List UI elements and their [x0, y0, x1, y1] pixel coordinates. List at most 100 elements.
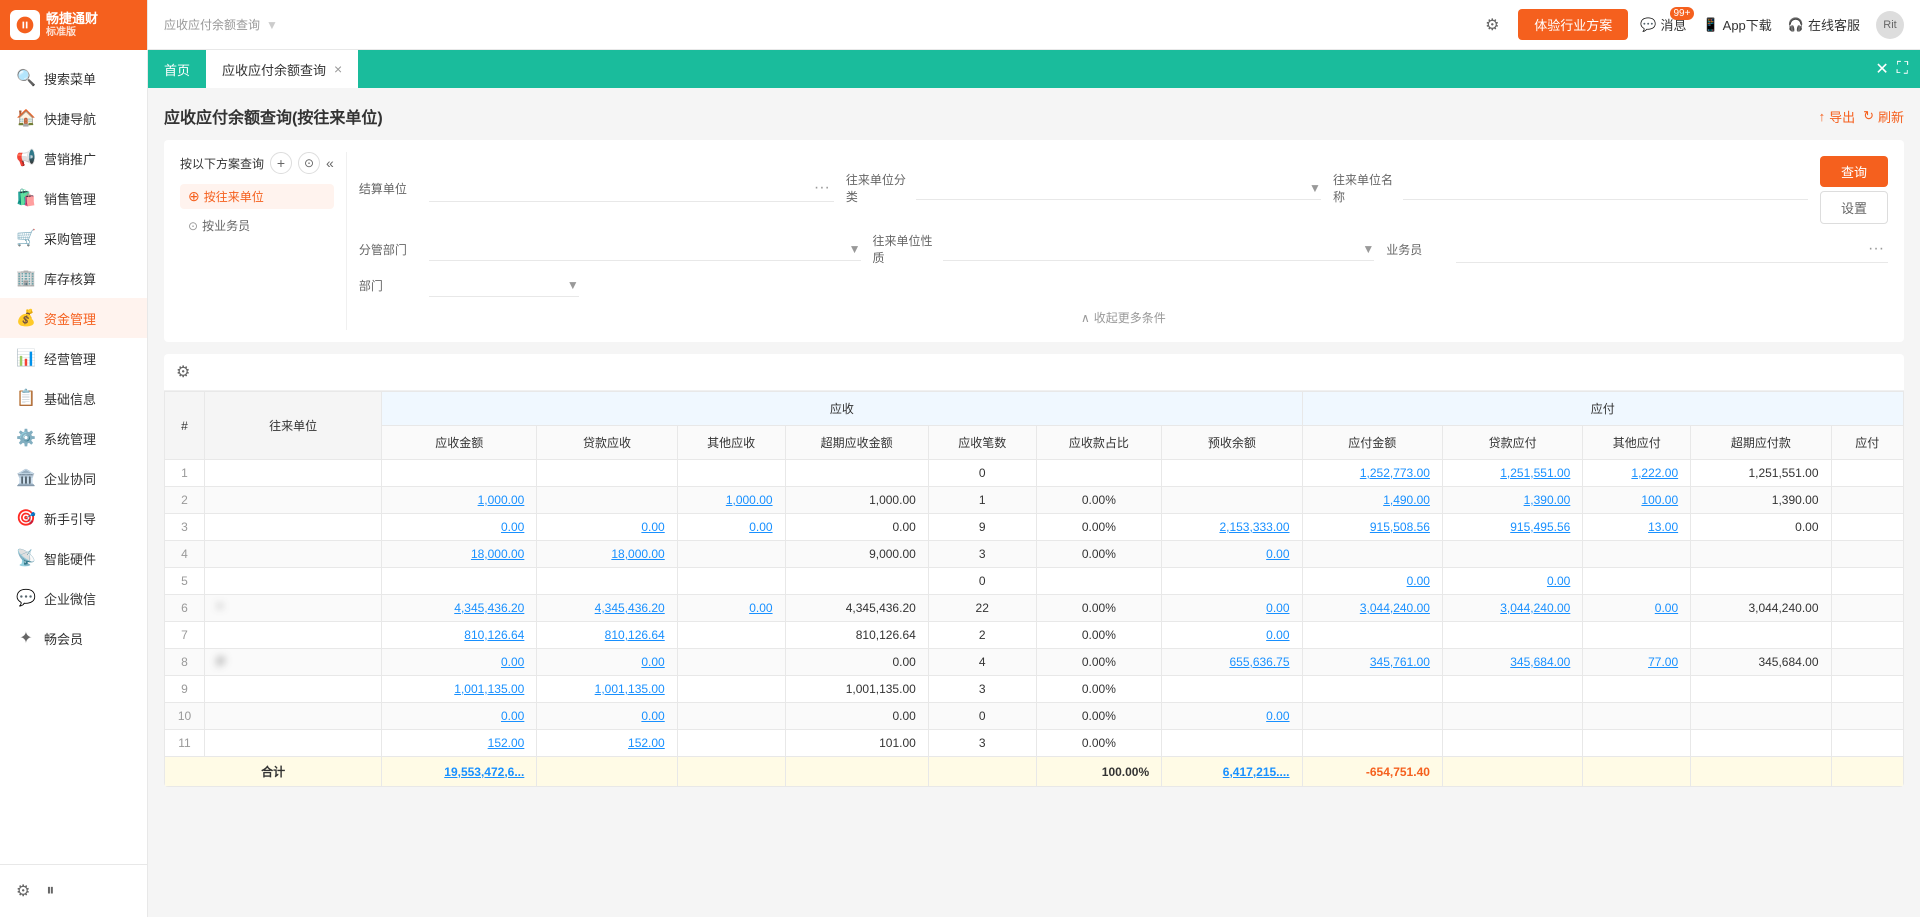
sidebar-item-enterprise[interactable]: 🏛️ 企业协同 [0, 458, 147, 498]
cell-9[interactable]: 0.00 [1302, 568, 1442, 595]
settings-footer-icon[interactable]: ⚙ [16, 881, 30, 901]
cell-3[interactable]: 0.00 [537, 649, 677, 676]
cell-3[interactable]: 0.00 [537, 514, 677, 541]
sidebar-item-search-menu[interactable]: 🔍 搜索菜单 [0, 58, 147, 98]
cell-8[interactable]: 0.00 [1162, 541, 1302, 568]
cell-10[interactable]: 0.00 [1442, 568, 1582, 595]
export-button[interactable]: ↑ 导出 [1819, 107, 1856, 126]
cell-3[interactable]: 810,126.64 [537, 622, 677, 649]
cell-2[interactable]: 0.00 [382, 649, 537, 676]
cell-3[interactable]: 4,345,436.20 [537, 595, 677, 622]
sidebar-item-system[interactable]: ⚙️ 系统管理 [0, 418, 147, 458]
cell-11[interactable]: 1,222.00 [1583, 460, 1691, 487]
refresh-button[interactable]: ↻ 刷新 [1863, 107, 1904, 126]
cell-9[interactable]: 915,508.56 [1302, 514, 1442, 541]
total-ar-prepay[interactable]: 6,417,215.... [1162, 757, 1302, 787]
cell-2[interactable]: 4,345,436.20 [382, 595, 537, 622]
cell-11[interactable]: 100.00 [1583, 487, 1691, 514]
sidebar-item-member[interactable]: ✦ 畅会员 [0, 618, 147, 658]
sidebar-item-sales[interactable]: 🛍️ 销售管理 [0, 178, 147, 218]
cell-4[interactable]: 0.00 [677, 514, 785, 541]
cell-11[interactable]: 0.00 [1583, 595, 1691, 622]
sales-icon: 🛍️ [16, 188, 36, 208]
sidebar-item-hardware[interactable]: 📡 智能硬件 [0, 538, 147, 578]
sidebar-item-guide[interactable]: 🎯 新手引导 [0, 498, 147, 538]
cell-4[interactable]: 0.00 [677, 595, 785, 622]
gear-button[interactable]: ⚙ [1478, 11, 1506, 39]
cell-3[interactable]: 18,000.00 [537, 541, 677, 568]
cell-7: 0.00% [1036, 649, 1162, 676]
cell-2[interactable]: 1,001,135.00 [382, 676, 537, 703]
promo-button[interactable]: 体验行业方案 [1518, 9, 1628, 40]
tab-ar-ap-query[interactable]: 应收应付余额查询 × [206, 50, 358, 88]
cell-10[interactable]: 1,251,551.00 [1442, 460, 1582, 487]
app-download-action[interactable]: 📱 App下载 [1702, 15, 1771, 34]
tab-expand-icon[interactable]: ⛶ [1897, 60, 1908, 78]
filter-collapse-row[interactable]: ∧ 收起更多条件 [359, 305, 1888, 330]
cell-8[interactable]: 655,636.75 [1162, 649, 1302, 676]
filter-option-partner[interactable]: ⊕ 按往来单位 [180, 184, 334, 209]
cell-6: 3 [928, 541, 1036, 568]
cell-2[interactable]: 18,000.00 [382, 541, 537, 568]
sidebar-item-operation[interactable]: 📊 经营管理 [0, 338, 147, 378]
filter-collapse-icon[interactable]: « [326, 155, 334, 171]
filter-option-salesman[interactable]: ⊙ 按业务员 [180, 213, 334, 238]
filter-add-button[interactable]: + [270, 152, 292, 174]
refresh-icon: ↻ [1863, 108, 1874, 124]
salesperson-dots[interactable]: ··· [1864, 240, 1888, 258]
set-button[interactable]: 设置 [1820, 191, 1888, 224]
sidebar-item-wechat[interactable]: 💬 企业微信 [0, 578, 147, 618]
message-action[interactable]: 💬 消息 99+ [1640, 15, 1686, 34]
cell-2[interactable]: 1,000.00 [382, 487, 537, 514]
cell-4[interactable]: 1,000.00 [677, 487, 785, 514]
sidebar-item-basic-info[interactable]: 📋 基础信息 [0, 378, 147, 418]
cell-9[interactable]: 345,761.00 [1302, 649, 1442, 676]
collapse-footer-icon[interactable]: ⏸ [46, 882, 54, 900]
filter-scheme-button[interactable]: ⊙ [298, 152, 320, 174]
cell-3[interactable]: 1,001,135.00 [537, 676, 677, 703]
partner-name-input[interactable] [1403, 177, 1808, 200]
partner-nature-select[interactable]: ▼ [943, 238, 1375, 261]
cell-8[interactable]: 0.00 [1162, 622, 1302, 649]
cell-8[interactable]: 2,153,333.00 [1162, 514, 1302, 541]
cell-2[interactable]: 152.00 [382, 730, 537, 757]
cell-2[interactable]: 810,126.64 [382, 622, 537, 649]
sidebar-item-purchase[interactable]: 🛒 采购管理 [0, 218, 147, 258]
cell-9[interactable]: 1,490.00 [1302, 487, 1442, 514]
cell-10[interactable]: 345,684.00 [1442, 649, 1582, 676]
cell-3[interactable]: 152.00 [537, 730, 677, 757]
settlement-unit-select[interactable]: ··· [429, 175, 834, 202]
cell-10[interactable]: 3,044,240.00 [1442, 595, 1582, 622]
tab-close-icon[interactable]: × [334, 61, 342, 77]
cell-10[interactable]: 1,390.00 [1442, 487, 1582, 514]
cell-10[interactable]: 915,495.56 [1442, 514, 1582, 541]
cell-11[interactable]: 13.00 [1583, 514, 1691, 541]
partner-category-select[interactable]: ▼ [916, 177, 1321, 200]
cell-2[interactable]: 0.00 [382, 514, 537, 541]
sidebar-item-marketing[interactable]: 📢 营销推广 [0, 138, 147, 178]
cell-7: 0.00% [1036, 487, 1162, 514]
cell-2[interactable]: 0.00 [382, 703, 537, 730]
cell-11[interactable]: 77.00 [1583, 649, 1691, 676]
cell-9[interactable]: 3,044,240.00 [1302, 595, 1442, 622]
sidebar-item-quick-nav[interactable]: 🏠 快捷导航 [0, 98, 147, 138]
tab-home[interactable]: 首页 [148, 50, 206, 88]
sidebar-item-finance[interactable]: 💰 资金管理 [0, 298, 147, 338]
settlement-dots[interactable]: ··· [810, 179, 834, 197]
online-service-action[interactable]: 🎧 在线客服 [1788, 15, 1860, 34]
cell-8[interactable]: 0.00 [1162, 595, 1302, 622]
salesperson-select[interactable]: ··· [1456, 236, 1888, 263]
cell-3[interactable]: 0.00 [537, 703, 677, 730]
tab-close-all-icon[interactable]: ✕ [1875, 59, 1888, 79]
department-select[interactable]: ▼ [429, 274, 579, 297]
total-ar-amount[interactable]: 19,553,472,6... [382, 757, 537, 787]
cell-9[interactable]: 1,252,773.00 [1302, 460, 1442, 487]
table-scroll[interactable]: # 往来单位 应收 应付 应收金额 贷款应收 其他应收 超期应收金额 [164, 391, 1904, 787]
table-gear-icon[interactable]: ⚙ [176, 362, 190, 382]
query-button[interactable]: 查询 [1820, 156, 1888, 187]
dept-mgr-select[interactable]: ▼ [429, 238, 861, 261]
user-avatar[interactable]: Rit [1876, 11, 1904, 39]
cell-8[interactable]: 0.00 [1162, 703, 1302, 730]
sidebar-item-inventory[interactable]: 🏢 库存核算 [0, 258, 147, 298]
cell-1 [205, 568, 382, 595]
